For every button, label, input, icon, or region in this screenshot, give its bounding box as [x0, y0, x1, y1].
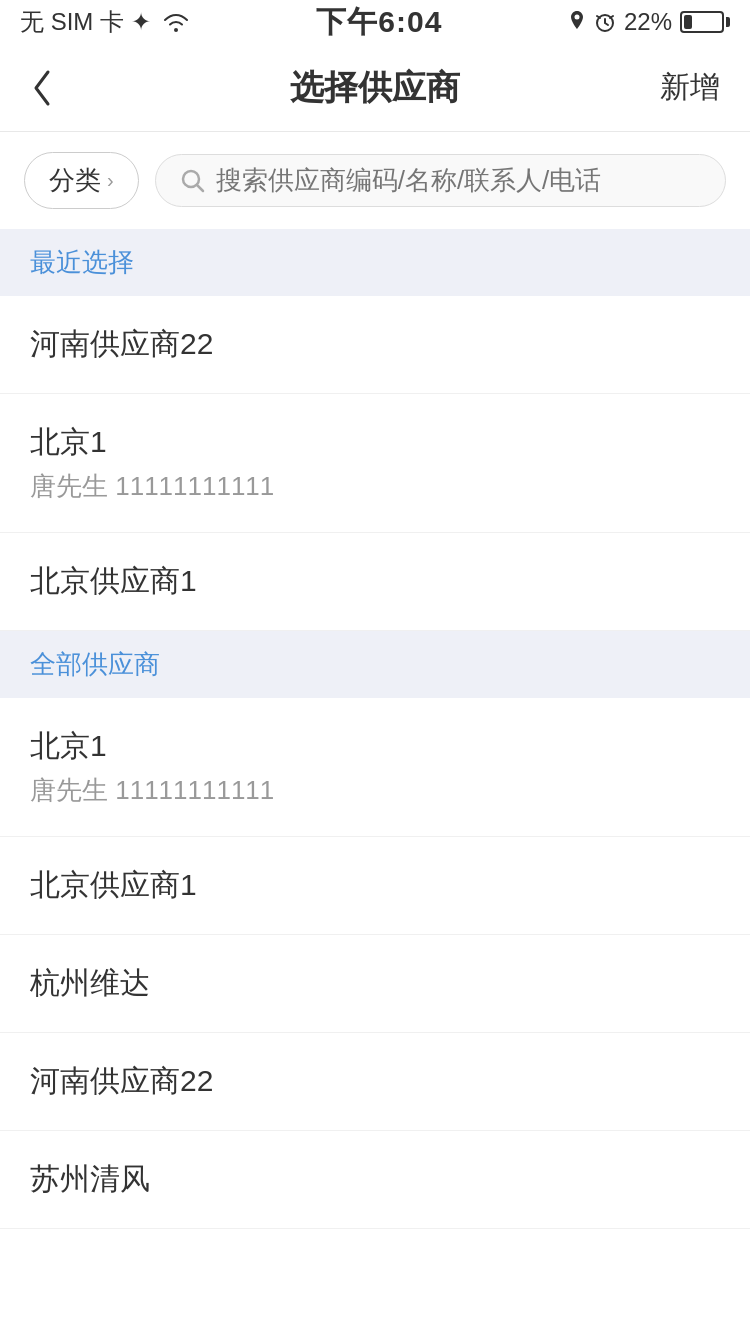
- list-item[interactable]: 北京供应商1: [0, 533, 750, 631]
- alarm-icon: [594, 11, 616, 33]
- search-box[interactable]: [155, 154, 726, 207]
- recent-items-list: 河南供应商22 北京1 唐先生 11111111111 北京供应商1: [0, 296, 750, 631]
- item-name: 北京1: [30, 726, 720, 767]
- item-detail: 唐先生 11111111111: [30, 469, 720, 504]
- chevron-right-icon: ›: [107, 169, 114, 192]
- list-item[interactable]: 杭州维达: [0, 935, 750, 1033]
- all-section-header: 全部供应商: [0, 631, 750, 698]
- back-button[interactable]: [30, 68, 110, 108]
- item-detail: 唐先生 11111111111: [30, 773, 720, 808]
- list-item[interactable]: 河南供应商22: [0, 296, 750, 394]
- list-item[interactable]: 北京1 唐先生 11111111111: [0, 394, 750, 533]
- location-icon: [568, 11, 586, 33]
- search-icon: [180, 168, 206, 194]
- list-item[interactable]: 苏州清风: [0, 1131, 750, 1229]
- add-button[interactable]: 新增: [640, 67, 720, 108]
- status-bar: 无 SIM 卡 ✦ 下午6:04 22%: [0, 0, 750, 44]
- list-item[interactable]: 河南供应商22: [0, 1033, 750, 1131]
- item-name: 北京1: [30, 422, 720, 463]
- status-right: 22%: [568, 8, 730, 36]
- item-name: 河南供应商22: [30, 324, 720, 365]
- category-button[interactable]: 分类 ›: [24, 152, 139, 209]
- all-items-list: 北京1 唐先生 11111111111 北京供应商1 杭州维达河南供应商22 苏州清风: [0, 698, 750, 1229]
- status-time: 下午6:04: [316, 2, 442, 43]
- status-left: 无 SIM 卡 ✦: [20, 6, 191, 38]
- wifi-icon: [161, 11, 191, 33]
- list-item[interactable]: 北京供应商1: [0, 837, 750, 935]
- filter-bar: 分类 ›: [0, 132, 750, 229]
- item-name: 河南供应商22: [30, 1061, 720, 1102]
- battery-percent: 22%: [624, 8, 672, 36]
- item-name: 苏州清风: [30, 1159, 720, 1200]
- battery-icon: [680, 11, 730, 33]
- item-name: 杭州维达: [30, 963, 720, 1004]
- list-item[interactable]: 北京1 唐先生 11111111111: [0, 698, 750, 837]
- item-name: 北京供应商1: [30, 865, 720, 906]
- category-label: 分类: [49, 163, 101, 198]
- nav-bar: 选择供应商 新增: [0, 44, 750, 132]
- page-title: 选择供应商: [110, 65, 640, 111]
- sim-status: 无 SIM 卡 ✦: [20, 6, 151, 38]
- item-name: 北京供应商1: [30, 561, 720, 602]
- search-input[interactable]: [216, 165, 701, 196]
- recent-section-header: 最近选择: [0, 229, 750, 296]
